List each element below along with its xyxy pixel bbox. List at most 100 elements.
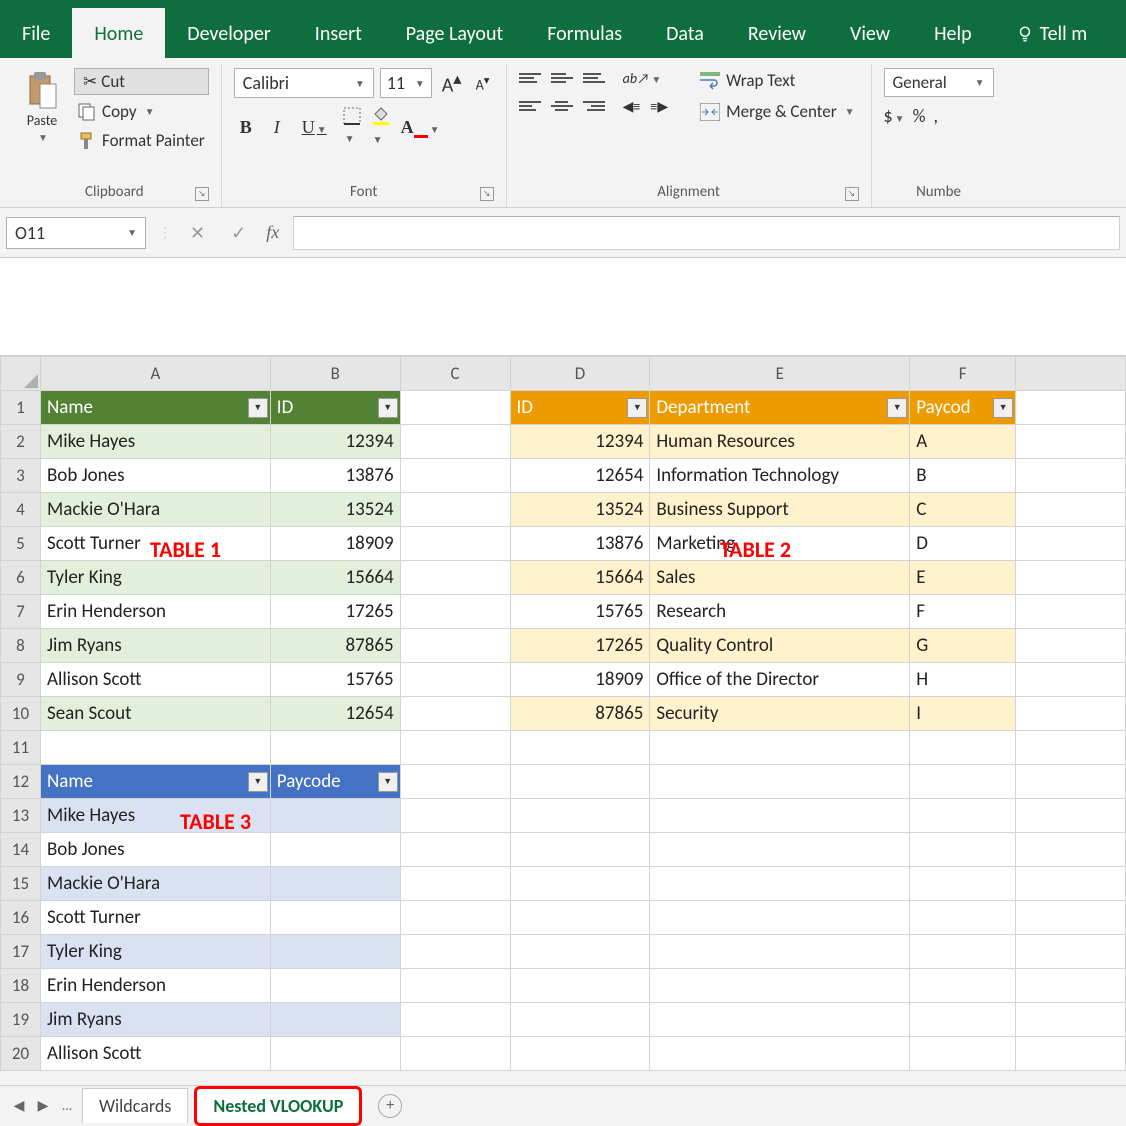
row-header[interactable]: 13 <box>1 799 41 833</box>
copy-button[interactable]: Copy ▼ <box>74 99 209 124</box>
filter-button[interactable]: ▼ <box>887 398 907 418</box>
cell[interactable] <box>650 765 910 799</box>
col-header-A[interactable]: A <box>40 357 270 391</box>
tab-formulas[interactable]: Formulas <box>525 8 644 58</box>
cell[interactable] <box>910 765 1016 799</box>
currency-button[interactable]: $▼ <box>884 105 905 127</box>
comma-button[interactable]: , <box>933 105 938 127</box>
col-header-E[interactable]: E <box>650 357 910 391</box>
cell[interactable]: Tyler King <box>40 561 270 595</box>
cut-button[interactable]: ✂ Cut <box>74 68 209 95</box>
cell[interactable]: B <box>910 459 1016 493</box>
cell[interactable] <box>510 901 650 935</box>
tab-developer[interactable]: Developer <box>165 8 293 58</box>
cell[interactable] <box>650 969 910 1003</box>
tab-page-layout[interactable]: Page Layout <box>384 8 525 58</box>
row-header[interactable]: 2 <box>1 425 41 459</box>
paste-button[interactable]: Paste ▼ <box>20 68 64 153</box>
filter-button[interactable]: ▼ <box>378 398 398 418</box>
cell[interactable]: Scott Turner <box>40 901 270 935</box>
cell[interactable] <box>650 901 910 935</box>
cancel-icon[interactable]: ✕ <box>184 222 211 244</box>
cell[interactable] <box>270 1003 400 1037</box>
cell[interactable] <box>400 731 510 765</box>
cell[interactable] <box>400 1037 510 1071</box>
cell[interactable]: H <box>910 663 1016 697</box>
align-middle-button[interactable] <box>551 68 573 88</box>
row-header[interactable]: 19 <box>1 1003 41 1037</box>
dialog-launcher-icon[interactable]: ↘ <box>195 187 209 201</box>
cell[interactable] <box>650 1037 910 1071</box>
cell[interactable] <box>400 935 510 969</box>
decrease-indent-button[interactable]: ◀≡ <box>623 98 641 115</box>
row-header[interactable]: 17 <box>1 935 41 969</box>
cell[interactable]: 13524 <box>270 493 400 527</box>
col-header-F[interactable]: F <box>910 357 1016 391</box>
cell[interactable] <box>270 1037 400 1071</box>
cell[interactable] <box>650 731 910 765</box>
cell[interactable] <box>910 799 1016 833</box>
cell[interactable] <box>400 799 510 833</box>
merge-center-button[interactable]: Merge & Center ▼ <box>696 99 858 124</box>
cell[interactable] <box>400 765 510 799</box>
cell[interactable] <box>650 935 910 969</box>
cell[interactable] <box>1016 561 1126 595</box>
sheet-nav-prev[interactable]: ◀ <box>10 1097 28 1114</box>
cell[interactable]: 15765 <box>510 595 650 629</box>
name-box[interactable]: O11▼ <box>6 217 146 249</box>
enter-icon[interactable]: ✓ <box>225 222 252 244</box>
cell[interactable]: Security <box>650 697 910 731</box>
sheet-nav-next[interactable]: ▶ <box>34 1097 52 1114</box>
select-all-button[interactable] <box>1 357 41 391</box>
cell[interactable]: 13524 <box>510 493 650 527</box>
cell[interactable] <box>400 493 510 527</box>
cell[interactable]: 12394 <box>510 425 650 459</box>
tab-help[interactable]: Help <box>912 8 994 58</box>
row-header[interactable]: 1 <box>1 391 41 425</box>
align-right-button[interactable] <box>583 96 605 116</box>
row-header[interactable]: 16 <box>1 901 41 935</box>
cell[interactable]: Bob Jones <box>40 833 270 867</box>
cell[interactable]: Office of the Director <box>650 663 910 697</box>
font-size-select[interactable]: 11▼ <box>380 68 432 98</box>
cell[interactable] <box>400 901 510 935</box>
tab-insert[interactable]: Insert <box>293 8 384 58</box>
dialog-launcher-icon[interactable]: ↘ <box>845 187 859 201</box>
filter-button[interactable]: ▼ <box>378 772 398 792</box>
italic-button[interactable]: I <box>268 115 286 140</box>
tab-file[interactable]: File <box>0 8 72 58</box>
row-header[interactable]: 8 <box>1 629 41 663</box>
increase-font-icon[interactable]: A▴ <box>438 69 466 98</box>
cell[interactable]: Sales <box>650 561 910 595</box>
cell[interactable] <box>510 867 650 901</box>
cell[interactable] <box>400 969 510 1003</box>
cell[interactable]: Allison Scott <box>40 663 270 697</box>
row-header[interactable]: 14 <box>1 833 41 867</box>
cell[interactable] <box>510 969 650 1003</box>
wrap-text-button[interactable]: Wrap Text <box>696 68 858 93</box>
cell[interactable] <box>510 799 650 833</box>
cell[interactable]: Bob Jones <box>40 459 270 493</box>
cell[interactable] <box>400 1003 510 1037</box>
row-header[interactable]: 15 <box>1 867 41 901</box>
worksheet-grid[interactable]: A B C D E F 1 Name▼ ID▼ ID▼ Department▼ … <box>0 356 1126 1071</box>
font-name-select[interactable]: Calibri▼ <box>234 68 374 98</box>
row-header[interactable]: 10 <box>1 697 41 731</box>
cell[interactable] <box>510 731 650 765</box>
tab-review[interactable]: Review <box>726 8 828 58</box>
cell[interactable]: I <box>910 697 1016 731</box>
cell[interactable] <box>400 527 510 561</box>
orientation-button[interactable]: ab↗▼ <box>623 70 662 87</box>
cell[interactable] <box>910 969 1016 1003</box>
cell[interactable] <box>400 697 510 731</box>
cell[interactable]: Jim Ryans <box>40 629 270 663</box>
cell[interactable]: Erin Henderson <box>40 969 270 1003</box>
align-bottom-button[interactable] <box>583 68 605 88</box>
cell[interactable]: Paycod▼ <box>910 391 1016 425</box>
number-format-select[interactable]: General▼ <box>884 68 994 97</box>
cell[interactable] <box>1016 663 1126 697</box>
cell[interactable]: Sean Scout <box>40 697 270 731</box>
cell[interactable]: Name▼ <box>40 765 270 799</box>
cell[interactable]: Erin Henderson <box>40 595 270 629</box>
cell[interactable] <box>1016 799 1126 833</box>
